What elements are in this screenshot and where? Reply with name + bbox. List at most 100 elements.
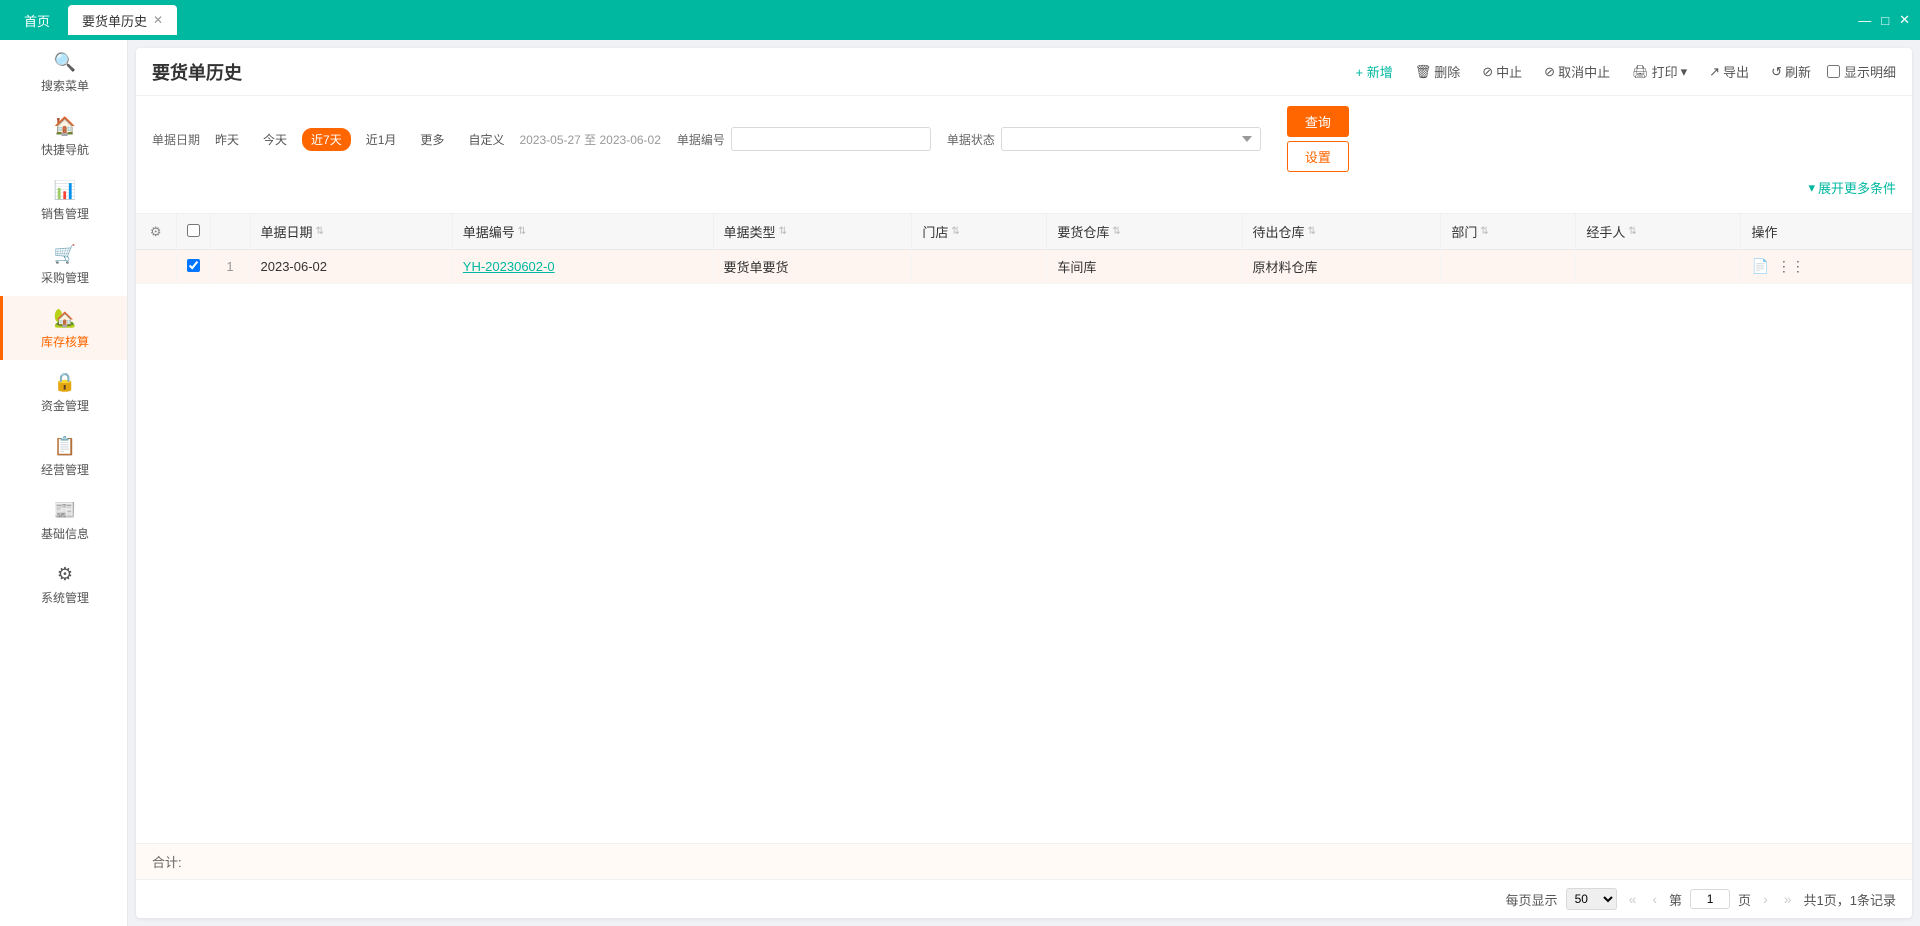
- sidebar-item-operations-mgmt[interactable]: 📋 经营管理: [0, 424, 127, 488]
- tab-home[interactable]: 首页: [10, 5, 64, 35]
- date-range-display: 2023-05-27 至 2023-06-02: [519, 131, 660, 148]
- export-button[interactable]: ↗ 导出: [1703, 58, 1755, 85]
- th-operations: 操作: [1741, 214, 1912, 250]
- toolbar: + 新增 🗑 删除 ⊘ 中止 ⊘ 取消中止 🖨 打印 ▾: [1349, 58, 1896, 85]
- filter-row-2: ▾ 展开更多条件: [152, 178, 1896, 197]
- expand-more-btn[interactable]: ▾ 展开更多条件: [1808, 178, 1896, 197]
- sidebar-item-funds-mgmt[interactable]: 🔒 资金管理: [0, 360, 127, 424]
- display-detail-label: 显示明细: [1844, 62, 1896, 81]
- handler-sort-icon: ⇅: [1628, 226, 1636, 237]
- display-detail-checkbox[interactable]: [1827, 65, 1840, 78]
- td-department: [1441, 250, 1576, 284]
- cancel-stop-button[interactable]: ⊘ 取消中止: [1538, 58, 1616, 85]
- table-settings-icon[interactable]: ⚙: [150, 224, 162, 239]
- date-today-btn[interactable]: 今天: [254, 128, 296, 151]
- query-button[interactable]: 查询: [1287, 106, 1349, 137]
- sidebar-item-inventory-calc[interactable]: 🏡 库存核算: [0, 296, 127, 360]
- select-all-checkbox[interactable]: [187, 224, 200, 237]
- th-req-warehouse[interactable]: 要货仓库 ⇅: [1047, 214, 1242, 250]
- top-bar: 首页 要货单历史 ✕ — □ ✕: [0, 0, 1920, 40]
- sidebar-item-label-basic-info: 基础信息: [41, 525, 89, 542]
- row-more-icon[interactable]: ⋮⋮: [1777, 258, 1805, 275]
- prev-page-btn[interactable]: ‹: [1648, 889, 1661, 909]
- footer-summary: 合计:: [136, 843, 1912, 879]
- td-doc-date: 2023-06-02: [250, 250, 452, 284]
- sidebar-item-purchase-mgmt[interactable]: 🛒 采购管理: [0, 232, 127, 296]
- delete-icon: 🗑: [1415, 64, 1432, 80]
- display-detail-checkbox-group[interactable]: 显示明细: [1827, 62, 1896, 81]
- department-sort-icon: ⇅: [1480, 226, 1488, 237]
- filter-actions: 查询 设置: [1287, 106, 1349, 172]
- th-doc-type[interactable]: 单据类型 ⇅: [713, 214, 912, 250]
- refresh-label: 刷新: [1785, 62, 1811, 81]
- sidebar-item-label-funds-mgmt: 资金管理: [41, 397, 89, 414]
- tab-requisition-history[interactable]: 要货单历史 ✕: [68, 5, 177, 35]
- minimize-icon[interactable]: —: [1858, 13, 1871, 28]
- pending-warehouse-sort-icon: ⇅: [1308, 226, 1316, 237]
- close-window-icon[interactable]: ✕: [1899, 12, 1910, 28]
- basic-info-icon: 📰: [54, 500, 76, 521]
- main-layout: 🔍 搜索菜单 🏠 快捷导航 📊 销售管理 🛒 采购管理 🏡 库存核算 🔒 资金管…: [0, 40, 1920, 926]
- th-settings[interactable]: ⚙: [136, 214, 176, 250]
- th-store[interactable]: 门店 ⇅: [912, 214, 1047, 250]
- row-checkbox[interactable]: [187, 259, 200, 272]
- sidebar-item-basic-info[interactable]: 📰 基础信息: [0, 488, 127, 552]
- sidebar-item-search-menu[interactable]: 🔍 搜索菜单: [0, 40, 127, 104]
- maximize-icon[interactable]: □: [1881, 13, 1889, 28]
- page-size-select[interactable]: 20 50 100: [1566, 888, 1617, 910]
- setting-button[interactable]: 设置: [1287, 141, 1349, 172]
- req-warehouse-sort-icon: ⇅: [1112, 226, 1120, 237]
- next-page-btn[interactable]: ›: [1759, 889, 1772, 909]
- delete-label: 删除: [1434, 62, 1460, 81]
- td-doc-number[interactable]: YH-20230602-0: [452, 250, 713, 284]
- th-handler[interactable]: 经手人 ⇅: [1576, 214, 1741, 250]
- content-area: 要货单历史 + 新增 🗑 删除 ⊘ 中止 ⊘ 取消中止 🖨: [136, 48, 1912, 918]
- td-doc-type: 要货单要货: [713, 250, 912, 284]
- first-page-btn[interactable]: «: [1625, 889, 1641, 909]
- sidebar-item-quick-nav[interactable]: 🏠 快捷导航: [0, 104, 127, 168]
- date-yesterday-btn[interactable]: 昨天: [206, 128, 248, 151]
- stop-label: 中止: [1496, 62, 1522, 81]
- page-size-label: 每页显示: [1506, 890, 1558, 909]
- store-sort-icon: ⇅: [951, 226, 959, 237]
- date-last1month-btn[interactable]: 近1月: [357, 128, 406, 151]
- sidebar-item-label-system-mgmt: 系统管理: [41, 589, 89, 606]
- doc-number-filter-group: 单据编号: [677, 127, 931, 151]
- td-settings: [136, 250, 176, 284]
- last-page-btn[interactable]: »: [1780, 889, 1796, 909]
- td-checkbox[interactable]: [176, 250, 210, 284]
- doc-number-input[interactable]: [731, 127, 931, 151]
- doc-number-sort-icon: ⇅: [518, 226, 526, 237]
- refresh-button[interactable]: ↺ 刷新: [1765, 58, 1817, 85]
- th-doc-number[interactable]: 单据编号 ⇅: [452, 214, 713, 250]
- th-pending-warehouse[interactable]: 待出仓库 ⇅: [1242, 214, 1441, 250]
- quick-nav-icon: 🏠: [54, 116, 76, 137]
- operations-mgmt-icon: 📋: [54, 436, 76, 457]
- row-edit-icon[interactable]: 📄: [1751, 258, 1768, 275]
- th-department[interactable]: 部门 ⇅: [1441, 214, 1576, 250]
- sidebar-item-sales-mgmt[interactable]: 📊 销售管理: [0, 168, 127, 232]
- date-last7days-btn[interactable]: 近7天: [302, 128, 351, 151]
- date-custom-btn[interactable]: 自定义: [459, 128, 513, 151]
- print-button[interactable]: 🖨 打印 ▾: [1626, 58, 1693, 85]
- doc-type-sort-icon: ⇅: [779, 226, 787, 237]
- data-table: ⚙ 单据日期 ⇅: [136, 214, 1912, 284]
- print-chevron-icon: ▾: [1681, 64, 1688, 80]
- cancel-stop-icon: ⊘: [1544, 64, 1555, 80]
- date-filter-label: 单据日期: [152, 131, 200, 148]
- table-row[interactable]: 1 2023-06-02 YH-20230602-0 要货单要货: [136, 250, 1912, 284]
- date-more-btn[interactable]: 更多: [411, 128, 453, 151]
- sidebar-item-system-mgmt[interactable]: ⚙ 系统管理: [0, 552, 127, 616]
- close-tab-icon[interactable]: ✕: [153, 13, 163, 27]
- sales-mgmt-icon: 📊: [54, 180, 76, 201]
- sidebar-item-label-purchase-mgmt: 采购管理: [41, 269, 89, 286]
- td-pending-warehouse: 原材料仓库: [1242, 250, 1441, 284]
- th-doc-date[interactable]: 单据日期 ⇅: [250, 214, 452, 250]
- delete-button[interactable]: 🗑 删除: [1409, 58, 1467, 85]
- new-label: + 新增: [1355, 62, 1392, 81]
- page-input[interactable]: 1: [1690, 889, 1730, 909]
- new-button[interactable]: + 新增: [1349, 58, 1398, 85]
- doc-status-select[interactable]: [1001, 127, 1261, 151]
- purchase-mgmt-icon: 🛒: [54, 244, 76, 265]
- stop-button[interactable]: ⊘ 中止: [1476, 58, 1528, 85]
